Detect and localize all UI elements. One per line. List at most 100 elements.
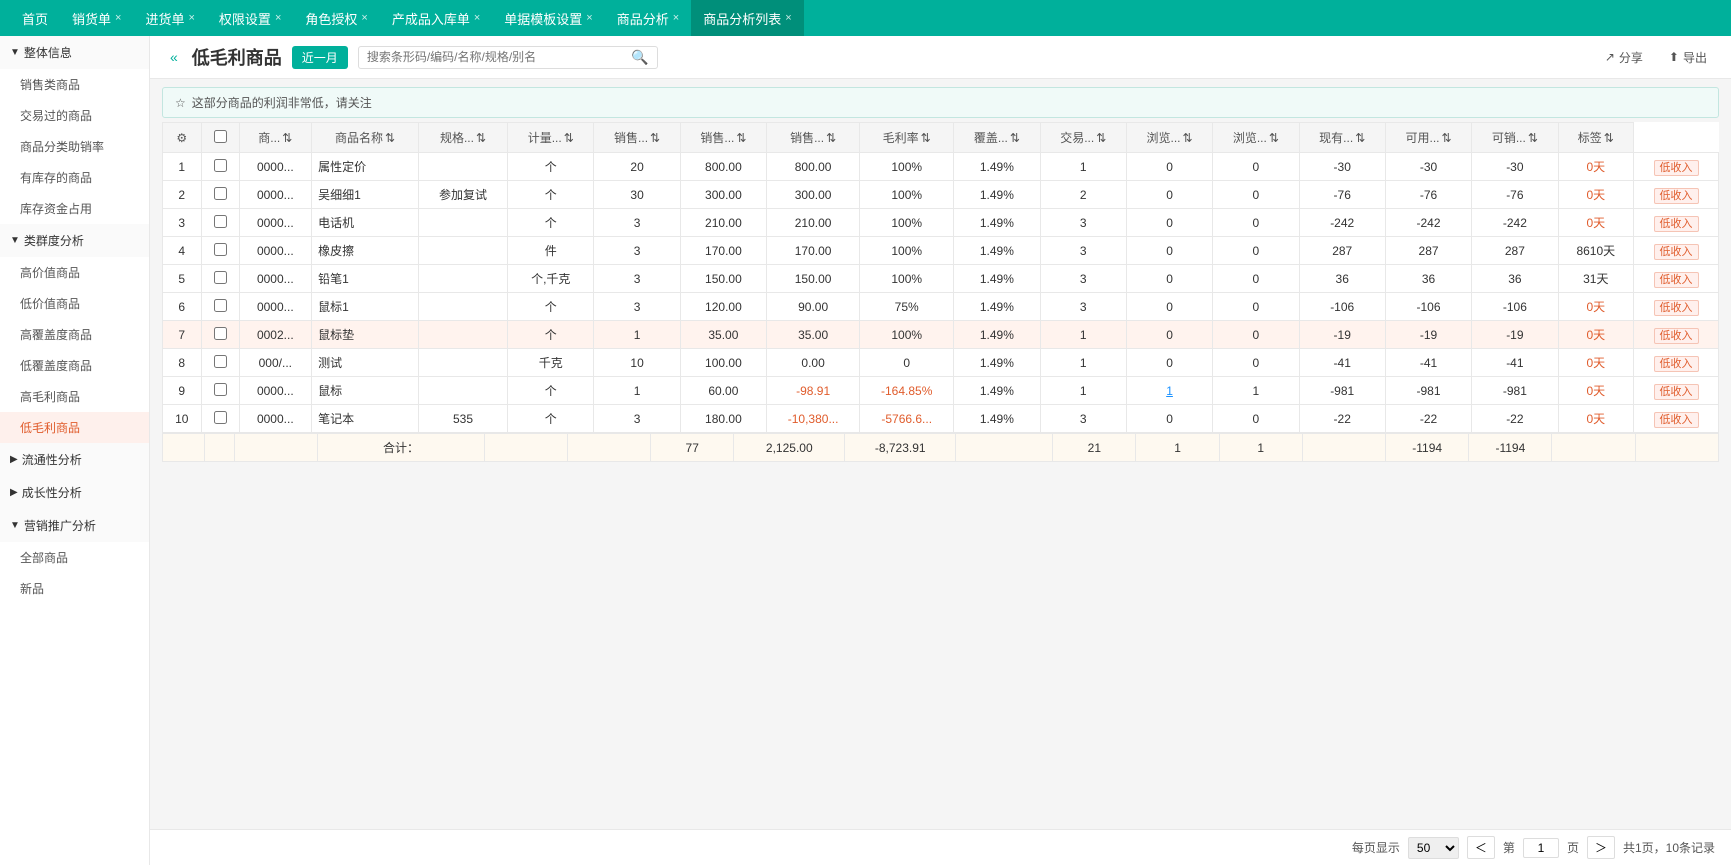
row-select-checkbox[interactable] bbox=[214, 383, 227, 396]
row-trade[interactable]: 0 bbox=[1126, 209, 1212, 237]
tag-badge: 低收入 bbox=[1654, 356, 1699, 372]
nav-item-role[interactable]: 角色授权 × bbox=[293, 0, 379, 36]
col-browse1[interactable]: 浏览...⇅ bbox=[1126, 123, 1212, 153]
footer-empty8 bbox=[1635, 434, 1718, 462]
close-icon[interactable]: × bbox=[275, 12, 281, 24]
row-trade[interactable]: 0 bbox=[1126, 153, 1212, 181]
col-coverage[interactable]: 覆盖...⇅ bbox=[954, 123, 1040, 153]
sidebar-collapse-button[interactable]: « bbox=[166, 49, 182, 65]
sidebar-section-flow[interactable]: ▶ 流通性分析 bbox=[0, 443, 149, 476]
row-qty: 1 bbox=[594, 377, 680, 405]
close-icon[interactable]: × bbox=[361, 12, 367, 24]
row-unit: 个 bbox=[508, 181, 594, 209]
sidebar-section-cluster[interactable]: ▼ 类群度分析 bbox=[0, 224, 149, 257]
row-trade[interactable]: 0 bbox=[1126, 265, 1212, 293]
next-page-button[interactable]: ＞ bbox=[1587, 836, 1615, 859]
row-trade[interactable]: 0 bbox=[1126, 237, 1212, 265]
sidebar-item-traded-goods[interactable]: 交易过的商品 bbox=[0, 100, 149, 131]
col-stock[interactable]: 现有...⇅ bbox=[1299, 123, 1385, 153]
row-stock: 36 bbox=[1385, 265, 1471, 293]
sidebar-item-category-rate[interactable]: 商品分类助销率 bbox=[0, 131, 149, 162]
select-all-checkbox[interactable] bbox=[214, 130, 227, 143]
col-settings[interactable]: ⚙ bbox=[163, 123, 202, 153]
row-price: 60.00 bbox=[680, 377, 766, 405]
close-icon[interactable]: × bbox=[115, 12, 121, 24]
nav-item-template[interactable]: 单据模板设置 × bbox=[492, 0, 604, 36]
nav-item-home[interactable]: 首页 bbox=[10, 0, 60, 36]
row-no: 3 bbox=[163, 209, 202, 237]
row-select-checkbox[interactable] bbox=[214, 243, 227, 256]
col-margin[interactable]: 毛利率⇅ bbox=[860, 123, 954, 153]
share-button[interactable]: ↗ 分享 bbox=[1597, 46, 1651, 69]
sidebar-item-high-margin[interactable]: 高毛利商品 bbox=[0, 381, 149, 412]
row-trade[interactable]: 1 bbox=[1126, 377, 1212, 405]
period-button[interactable]: 近一月 bbox=[292, 46, 348, 69]
row-select-checkbox[interactable] bbox=[214, 159, 227, 172]
nav-item-goods-analysis-list[interactable]: 商品分析列表 × bbox=[691, 0, 803, 36]
export-button[interactable]: ⬆ 导出 bbox=[1661, 46, 1715, 69]
nav-item-goods-analysis[interactable]: 商品分析 × bbox=[605, 0, 691, 36]
col-sales[interactable]: 销售...⇅ bbox=[767, 123, 860, 153]
row-select-checkbox[interactable] bbox=[214, 271, 227, 284]
nav-item-product-entry[interactable]: 产成品入库单 × bbox=[380, 0, 492, 36]
close-icon[interactable]: × bbox=[785, 12, 791, 24]
row-select-checkbox[interactable] bbox=[214, 299, 227, 312]
sidebar-item-new-goods[interactable]: 新品 bbox=[0, 573, 149, 604]
sidebar-item-low-margin[interactable]: 低毛利商品 bbox=[0, 412, 149, 443]
col-trade[interactable]: 交易...⇅ bbox=[1040, 123, 1126, 153]
col-spec[interactable]: 规格...⇅ bbox=[418, 123, 507, 153]
sidebar-item-low-coverage[interactable]: 低覆盖度商品 bbox=[0, 350, 149, 381]
prev-page-button[interactable]: ＜ bbox=[1467, 836, 1495, 859]
sidebar-item-sales-goods[interactable]: 销售类商品 bbox=[0, 69, 149, 100]
notice-icon: ☆ bbox=[175, 96, 186, 110]
row-trade[interactable]: 0 bbox=[1126, 293, 1212, 321]
col-price[interactable]: 销售...⇅ bbox=[680, 123, 766, 153]
nav-item-sales[interactable]: 销货单 × bbox=[60, 0, 133, 36]
col-code[interactable]: 商...⇅ bbox=[239, 123, 312, 153]
per-page-select[interactable]: 50 20 100 bbox=[1408, 837, 1459, 859]
row-coverage: 3 bbox=[1040, 265, 1126, 293]
search-input[interactable] bbox=[367, 50, 632, 64]
row-stock: -242 bbox=[1385, 209, 1471, 237]
sidebar-item-all-goods[interactable]: 全部商品 bbox=[0, 542, 149, 573]
row-select-checkbox[interactable] bbox=[214, 411, 227, 424]
col-qty[interactable]: 销售...⇅ bbox=[594, 123, 680, 153]
row-select-checkbox[interactable] bbox=[214, 355, 227, 368]
sidebar-section-growth[interactable]: ▶ 成长性分析 bbox=[0, 476, 149, 509]
col-browse2[interactable]: 浏览...⇅ bbox=[1213, 123, 1299, 153]
arrow-right-icon: ▶ bbox=[10, 454, 18, 465]
sidebar-item-low-value[interactable]: 低价值商品 bbox=[0, 288, 149, 319]
sidebar-section-overall[interactable]: ▼ 整体信息 bbox=[0, 36, 149, 69]
row-name: 笔记本 bbox=[312, 405, 419, 433]
row-trade[interactable]: 0 bbox=[1126, 181, 1212, 209]
sidebar-section-marketing[interactable]: ▼ 营销推广分析 bbox=[0, 509, 149, 542]
footer-stock: -1194 bbox=[1386, 434, 1469, 462]
col-unit[interactable]: 计量...⇅ bbox=[508, 123, 594, 153]
row-trade[interactable]: 0 bbox=[1126, 405, 1212, 433]
nav-item-permission[interactable]: 权限设置 × bbox=[207, 0, 293, 36]
row-select-checkbox[interactable] bbox=[214, 215, 227, 228]
close-icon[interactable]: × bbox=[586, 12, 592, 24]
row-browse2: -41 bbox=[1299, 349, 1385, 377]
close-icon[interactable]: × bbox=[188, 12, 194, 24]
col-available[interactable]: 可用...⇅ bbox=[1385, 123, 1471, 153]
row-select-checkbox[interactable] bbox=[214, 187, 227, 200]
col-sellable[interactable]: 可销...⇅ bbox=[1472, 123, 1558, 153]
close-icon[interactable]: × bbox=[474, 12, 480, 24]
row-stock: -981 bbox=[1385, 377, 1471, 405]
col-tag[interactable]: 标签⇅ bbox=[1558, 123, 1634, 153]
col-name[interactable]: 商品名称⇅ bbox=[312, 123, 419, 153]
nav-item-purchase[interactable]: 进货单 × bbox=[133, 0, 206, 36]
sidebar-item-in-stock[interactable]: 有库存的商品 bbox=[0, 162, 149, 193]
sidebar-item-capital[interactable]: 库存资金占用 bbox=[0, 193, 149, 224]
sidebar-item-high-value[interactable]: 高价值商品 bbox=[0, 257, 149, 288]
close-icon[interactable]: × bbox=[673, 12, 679, 24]
row-trade[interactable]: 0 bbox=[1126, 321, 1212, 349]
row-no: 8 bbox=[163, 349, 202, 377]
page-input[interactable] bbox=[1523, 838, 1559, 858]
row-no: 2 bbox=[163, 181, 202, 209]
sidebar-item-high-coverage[interactable]: 高覆盖度商品 bbox=[0, 319, 149, 350]
row-trade[interactable]: 0 bbox=[1126, 349, 1212, 377]
row-select-checkbox[interactable] bbox=[214, 327, 227, 340]
row-qty: 20 bbox=[594, 153, 680, 181]
